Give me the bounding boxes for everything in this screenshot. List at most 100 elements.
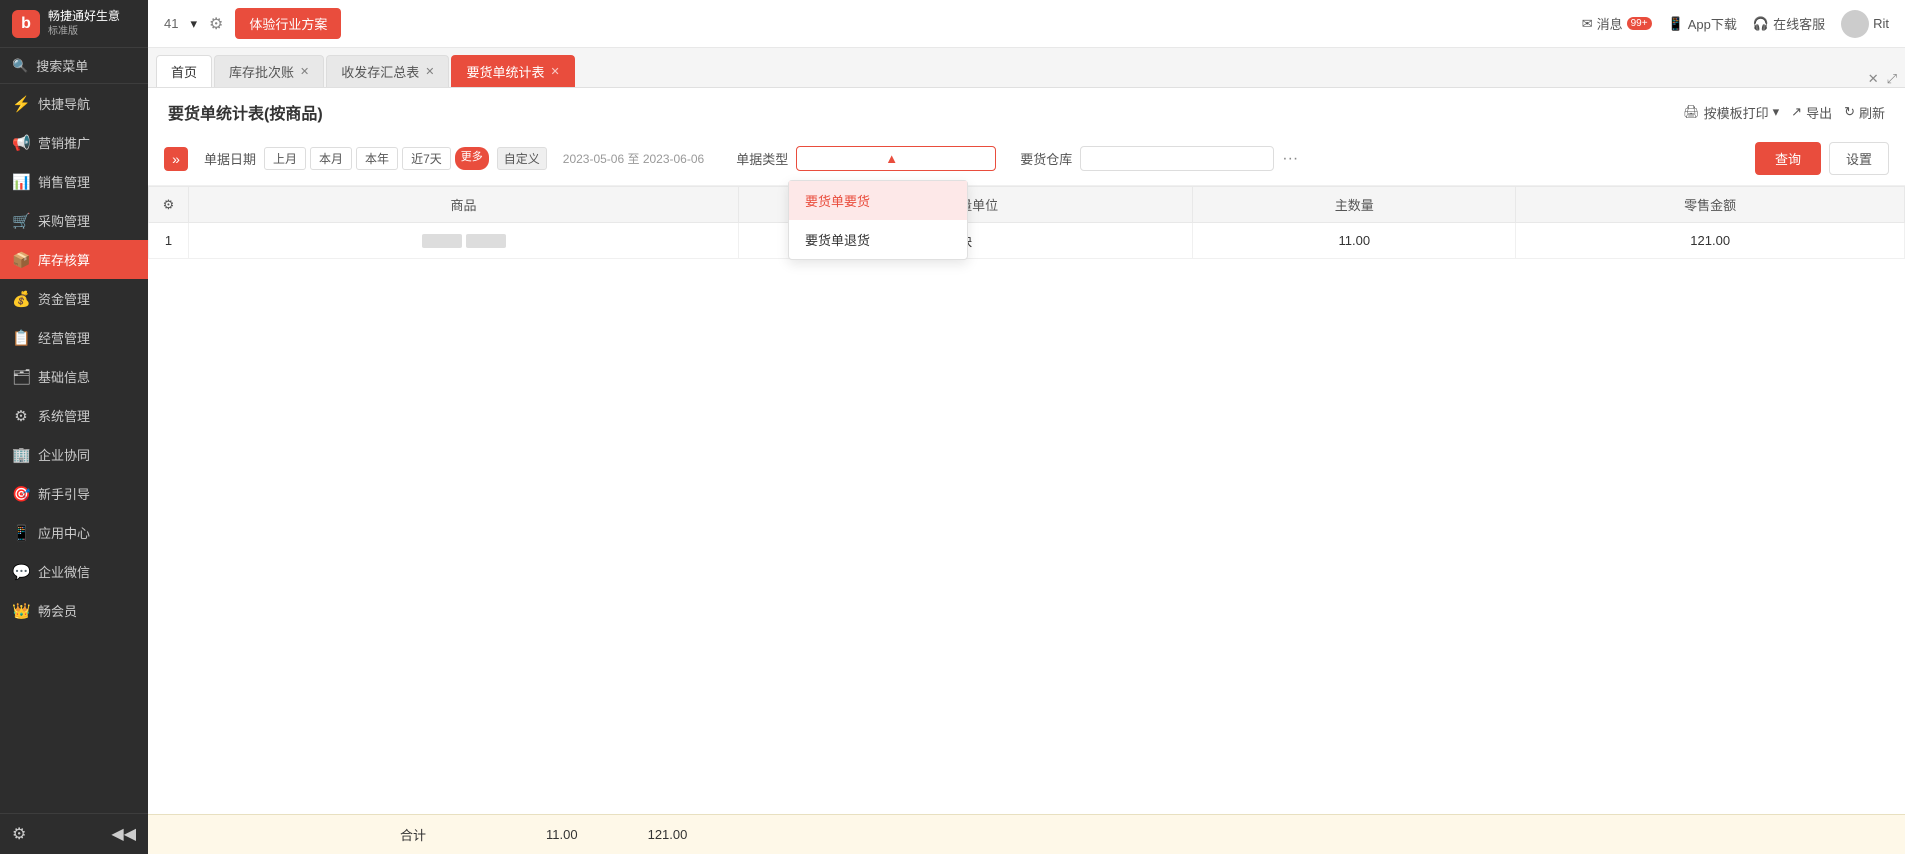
sidebar-item-basic[interactable]: 🗂 基础信息 (0, 357, 148, 396)
table-head: ⚙ 商品 主计量单位 主数量 零售金额 (149, 187, 1905, 223)
sidebar-item-finance[interactable]: 💰 资金管理 (0, 279, 148, 318)
dropdown-item-order-goods[interactable]: 要货单要货 (789, 181, 967, 220)
sidebar-nav: ⚡ 快捷导航 📢 营销推广 📊 销售管理 🛒 采购管理 📦 库存核算 💰 资金管… (0, 84, 148, 813)
trial-button[interactable]: 体验行业方案 (235, 8, 341, 39)
sidebar-item-wechat[interactable]: 💬 企业微信 (0, 552, 148, 591)
date-label: 单据日期 (204, 149, 256, 168)
sidebar-item-enterprise[interactable]: 🏢 企业协同 (0, 435, 148, 474)
sidebar-item-guide[interactable]: 🎯 新手引导 (0, 474, 148, 513)
warehouse-filter-group: 要货仓库 ··· (1020, 146, 1298, 171)
custom-date-btn[interactable]: 自定义 (497, 147, 547, 170)
sidebar-search[interactable]: 🔍 搜索菜单 (0, 48, 148, 84)
print-icon: 🖨 (1683, 104, 1700, 120)
row-index: 1 (149, 223, 189, 259)
sidebar-footer: ⚙ ◀◀ (0, 813, 148, 854)
dropdown-item-order-return[interactable]: 要货单退货 (789, 220, 967, 259)
sidebar-item-sales[interactable]: 📊 销售管理 (0, 162, 148, 201)
system-icon: ⚙ (12, 407, 30, 425)
sidebar-item-purchase[interactable]: 🛒 采购管理 (0, 201, 148, 240)
filter-settings-btn[interactable]: 设置 (1829, 142, 1889, 175)
date-filter-group: 单据日期 上月 本月 本年 近7天 更多 自定义 2023-05-06 至 20… (204, 147, 704, 170)
table-body: 1 块 11.00 121.00 (149, 223, 1905, 259)
filter-bar: » 单据日期 上月 本月 本年 近7天 更多 自定义 2023-05-06 至 … (148, 132, 1905, 186)
data-table: ⚙ 商品 主计量单位 主数量 零售金额 1 (148, 186, 1905, 259)
vip-label: 畅会员 (38, 601, 77, 620)
filter-actions: 查询 设置 (1755, 142, 1889, 175)
tab-order-stats-close[interactable]: ✕ (551, 65, 560, 78)
type-select[interactable]: ▲ (796, 146, 996, 171)
tab-home[interactable]: 首页 (156, 55, 212, 87)
marketing-label: 营销推广 (38, 133, 90, 152)
app-version: 标准版 (48, 25, 120, 38)
last-7days-btn[interactable]: 近7天 (402, 147, 451, 170)
type-select-arrow: ▲ (885, 151, 898, 166)
window-expand-icon[interactable]: ⤢ (1887, 71, 1897, 87)
app-download-label: App下载 (1688, 14, 1737, 33)
app-download-btn[interactable]: 📱 App下载 (1668, 14, 1737, 33)
marketing-icon: 📢 (12, 134, 30, 152)
notification-icon: ✉ (1582, 16, 1593, 32)
footer-total-qty: 11.00 (546, 827, 578, 842)
inventory-label: 库存核算 (38, 250, 90, 269)
online-service-btn[interactable]: 🎧 在线客服 (1753, 14, 1825, 33)
col-gear[interactable]: ⚙ (149, 187, 189, 223)
tab-receive-summary-close[interactable]: ✕ (425, 65, 434, 78)
export-icon: ↗ (1791, 104, 1802, 120)
tab-inventory-batch-close[interactable]: ✕ (300, 65, 309, 78)
sidebar-item-system[interactable]: ⚙ 系统管理 (0, 396, 148, 435)
collapse-icon[interactable]: ◀◀ (111, 824, 136, 844)
search-icon: 🔍 (12, 58, 28, 74)
this-year-btn[interactable]: 本年 (356, 147, 398, 170)
page-header: 要货单统计表(按商品) 🖨 按模板打印 ▾ ↗ 导出 ↻ 刷新 (148, 88, 1905, 132)
notification-label: 消息 (1597, 14, 1623, 33)
notification-btn[interactable]: ✉ 消息 99+ (1582, 14, 1652, 33)
more-filters-btn[interactable]: ··· (1282, 150, 1298, 168)
table-row: 1 块 11.00 121.00 (149, 223, 1905, 259)
more-dates-badge[interactable]: 更多 (455, 147, 489, 170)
window-close-icon[interactable]: ✕ (1868, 71, 1879, 87)
tab-receive-summary[interactable]: 收发存汇总表 ✕ (326, 55, 449, 87)
refresh-btn[interactable]: ↻ 刷新 (1844, 103, 1885, 122)
service-label: 在线客服 (1773, 14, 1825, 33)
guide-label: 新手引导 (38, 484, 90, 503)
settings-footer-icon[interactable]: ⚙ (12, 824, 26, 844)
last-month-btn[interactable]: 上月 (264, 147, 306, 170)
expand-filter-btn[interactable]: » (164, 147, 188, 171)
sidebar-item-quick-nav[interactable]: ⚡ 快捷导航 (0, 84, 148, 123)
sidebar-item-operation[interactable]: 📋 经营管理 (0, 318, 148, 357)
query-btn[interactable]: 查询 (1755, 142, 1821, 175)
col-quantity: 主数量 (1193, 187, 1516, 223)
topbar-dropdown[interactable]: ▾ (190, 16, 197, 32)
export-btn[interactable]: ↗ 导出 (1791, 103, 1832, 122)
page-title: 要货单统计表(按商品) (168, 100, 323, 124)
refresh-icon: ↻ (1844, 104, 1855, 120)
row-amount: 121.00 (1516, 223, 1905, 259)
tabs-bar: 首页 库存批次账 ✕ 收发存汇总表 ✕ 要货单统计表 ✕ ✕ ⤢ (148, 48, 1905, 88)
user-area[interactable]: Rit (1841, 10, 1889, 38)
avatar (1841, 10, 1869, 38)
tab-order-stats[interactable]: 要货单统计表 ✕ (451, 55, 574, 87)
warehouse-input[interactable] (1080, 146, 1274, 171)
quick-nav-icon: ⚡ (12, 95, 30, 113)
basic-icon: 🗂 (12, 368, 30, 386)
window-controls: ✕ ⤢ (1868, 71, 1897, 87)
topbar-gear-icon[interactable]: ⚙ (209, 14, 223, 34)
content-area: 要货单统计表(按商品) 🖨 按模板打印 ▾ ↗ 导出 ↻ 刷新 » (148, 88, 1905, 854)
tab-inventory-batch[interactable]: 库存批次账 ✕ (214, 55, 324, 87)
sidebar-item-marketing[interactable]: 📢 营销推广 (0, 123, 148, 162)
enterprise-label: 企业协同 (38, 445, 90, 464)
row-quantity: 11.00 (1193, 223, 1516, 259)
sidebar-item-vip[interactable]: 👑 畅会员 (0, 591, 148, 630)
sales-icon: 📊 (12, 173, 30, 191)
enterprise-icon: 🏢 (12, 446, 30, 464)
this-month-btn[interactable]: 本月 (310, 147, 352, 170)
page-actions: 🖨 按模板打印 ▾ ↗ 导出 ↻ 刷新 (1683, 103, 1885, 122)
date-shortcuts: 上月 本月 本年 近7天 更多 (264, 147, 489, 170)
sidebar-item-inventory[interactable]: 📦 库存核算 (0, 240, 148, 279)
purchase-icon: 🛒 (12, 212, 30, 230)
operation-label: 经营管理 (38, 328, 90, 347)
sidebar-item-appcenter[interactable]: 📱 应用中心 (0, 513, 148, 552)
sidebar: b 畅捷通好生意 标准版 🔍 搜索菜单 ⚡ 快捷导航 📢 营销推广 📊 销售管理… (0, 0, 148, 854)
print-btn[interactable]: 🖨 按模板打印 ▾ (1683, 103, 1779, 122)
main-content: 41 ▾ ⚙ 体验行业方案 ✉ 消息 99+ 📱 App下载 🎧 在线客服 Ri… (148, 0, 1905, 854)
